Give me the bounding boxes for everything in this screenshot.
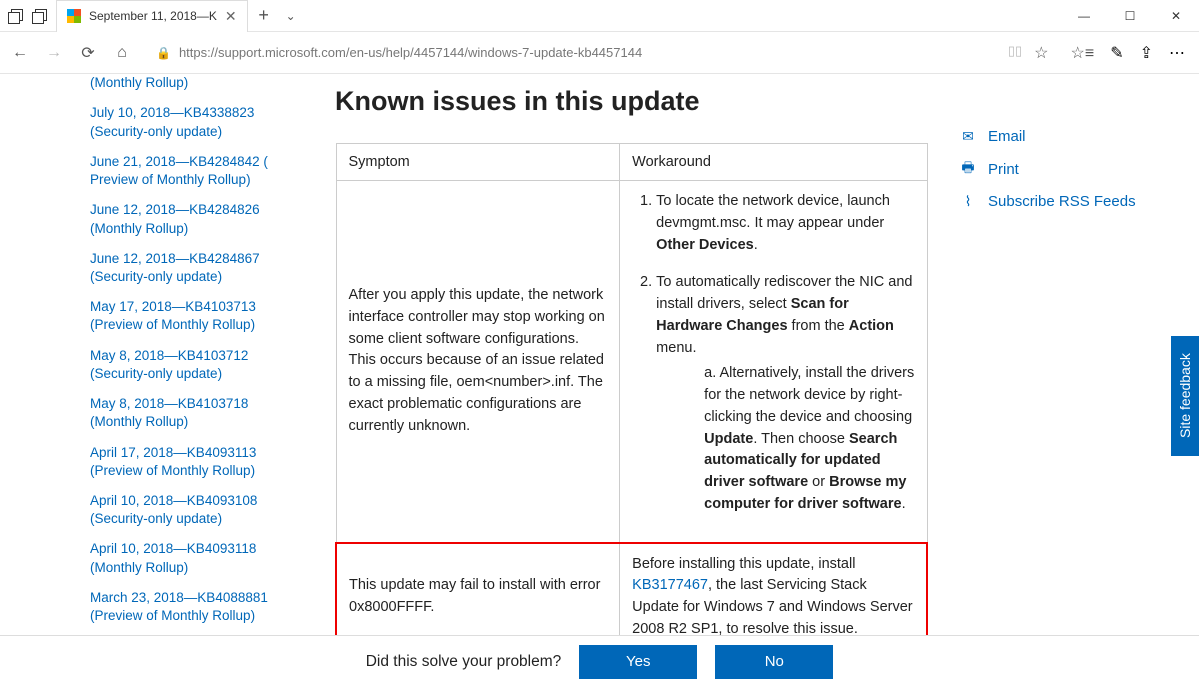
site-feedback-tab[interactable]: Site feedback [1171, 336, 1199, 456]
window-controls: — ☐ ✕ [1061, 9, 1199, 23]
sidebar-item[interactable]: April 10, 2018—KB4093118 (Monthly Rollup… [90, 540, 270, 576]
show-tabs-icon[interactable] [32, 9, 46, 23]
workaround-step: To locate the network device, launch dev… [656, 191, 914, 256]
back-button[interactable]: ← [10, 43, 30, 63]
table-header-row: Symptom Workaround [336, 144, 927, 181]
sidebar-item[interactable]: April 17, 2018—KB4093113 (Preview of Mon… [90, 444, 270, 480]
main-article: Known issues in this update Symptom Work… [335, 74, 928, 635]
known-issues-table: Symptom Workaround After you apply this … [335, 143, 928, 635]
sidebar-item[interactable]: July 10, 2018—KB4338823 (Security-only u… [90, 104, 270, 140]
sidebar-item[interactable]: July 10, 2018—KB4338818 (Monthly Rollup) [90, 74, 270, 92]
tab-title: September 11, 2018—K [89, 9, 217, 23]
sidebar-item[interactable]: June 12, 2018—KB4284826 (Monthly Rollup) [90, 201, 270, 237]
workaround-cell: To locate the network device, launch dev… [620, 181, 927, 543]
maximize-button[interactable]: ☐ [1107, 9, 1153, 23]
email-link[interactable]: ✉Email [960, 128, 1136, 145]
sidebar-item[interactable]: March 23, 2018—KB4088881 (Preview of Mon… [90, 589, 270, 625]
close-tab-icon[interactable]: ✕ [225, 8, 237, 25]
share-icon[interactable]: ⇪ [1140, 43, 1153, 63]
toolbar-right: ☆≡ ✎ ⇪ ⋯ [1071, 43, 1190, 63]
set-aside-tabs-icon[interactable] [8, 9, 22, 23]
print-link[interactable]: 🖶Print [960, 157, 1136, 181]
refresh-button[interactable]: ⟳ [78, 43, 98, 63]
tab-actions [0, 9, 56, 23]
lock-icon: 🔒 [156, 46, 171, 60]
home-button[interactable]: ⌂ [112, 43, 132, 63]
sidebar-item[interactable]: June 21, 2018—KB4284842 ( Preview of Mon… [90, 153, 270, 189]
new-tab-button[interactable]: + [248, 5, 280, 26]
favorites-hub-icon[interactable]: ☆≡ [1071, 43, 1095, 63]
sidebar-item[interactable]: May 17, 2018—KB4103713 (Preview of Month… [90, 298, 270, 334]
tab-dropdown-icon[interactable]: ⌄ [280, 9, 302, 23]
workaround-cell: Before installing this update, install K… [620, 543, 927, 636]
address-bar[interactable]: 🔒 https://support.microsoft.com/en-us/he… [146, 43, 1057, 63]
kb-link[interactable]: KB3177467 [632, 577, 708, 593]
symptom-cell: This update may fail to install with err… [336, 543, 620, 636]
symptom-cell: After you apply this update, the network… [336, 181, 620, 543]
email-icon: ✉ [960, 128, 976, 145]
more-icon[interactable]: ⋯ [1169, 43, 1185, 63]
url-text: https://support.microsoft.com/en-us/help… [179, 45, 642, 60]
feedback-prompt: Did this solve your problem? Yes No [0, 635, 1199, 687]
no-button[interactable]: No [715, 645, 833, 679]
table-row-highlighted: This update may fail to install with err… [336, 543, 927, 636]
titlebar: September 11, 2018—K ✕ + ⌄ — ☐ ✕ [0, 0, 1199, 32]
print-icon: 🖶 [960, 157, 976, 181]
reading-view-icon[interactable]: ▯▯ [1008, 43, 1022, 63]
rss-link[interactable]: ⌇Subscribe RSS Feeds [960, 193, 1136, 210]
toolbar: ← → ⟳ ⌂ 🔒 https://support.microsoft.com/… [0, 32, 1199, 74]
favorite-icon[interactable]: ☆ [1034, 43, 1048, 63]
rss-icon: ⌇ [960, 193, 976, 210]
sidebar-item[interactable]: May 8, 2018—KB4103718 (Monthly Rollup) [90, 395, 270, 431]
forward-button[interactable]: → [44, 43, 64, 63]
share-links: ✉Email 🖶Print ⌇Subscribe RSS Feeds [960, 128, 1136, 222]
minimize-button[interactable]: — [1061, 9, 1107, 23]
page-heading: Known issues in this update [335, 86, 928, 117]
microsoft-favicon [67, 9, 81, 23]
close-window-button[interactable]: ✕ [1153, 9, 1199, 23]
workaround-step: To automatically rediscover the NIC and … [656, 272, 914, 515]
col-symptom: Symptom [336, 144, 620, 181]
workaround-substep: a. Alternatively, install the drivers fo… [656, 363, 914, 515]
prompt-question: Did this solve your problem? [366, 653, 562, 671]
col-workaround: Workaround [620, 144, 927, 181]
sidebar-nav: July 10, 2018—KB4338818 (Monthly Rollup)… [90, 74, 270, 635]
sidebar-item[interactable]: May 8, 2018—KB4103712 (Security-only upd… [90, 347, 270, 383]
yes-button[interactable]: Yes [579, 645, 697, 679]
browser-tab[interactable]: September 11, 2018—K ✕ [56, 0, 248, 32]
notes-icon[interactable]: ✎ [1110, 43, 1123, 63]
sidebar-item[interactable]: June 12, 2018—KB4284867 (Security-only u… [90, 250, 270, 286]
table-row: After you apply this update, the network… [336, 181, 927, 543]
page-content: July 10, 2018—KB4338818 (Monthly Rollup)… [0, 74, 1199, 635]
sidebar-item[interactable]: April 10, 2018—KB4093108 (Security-only … [90, 492, 270, 528]
